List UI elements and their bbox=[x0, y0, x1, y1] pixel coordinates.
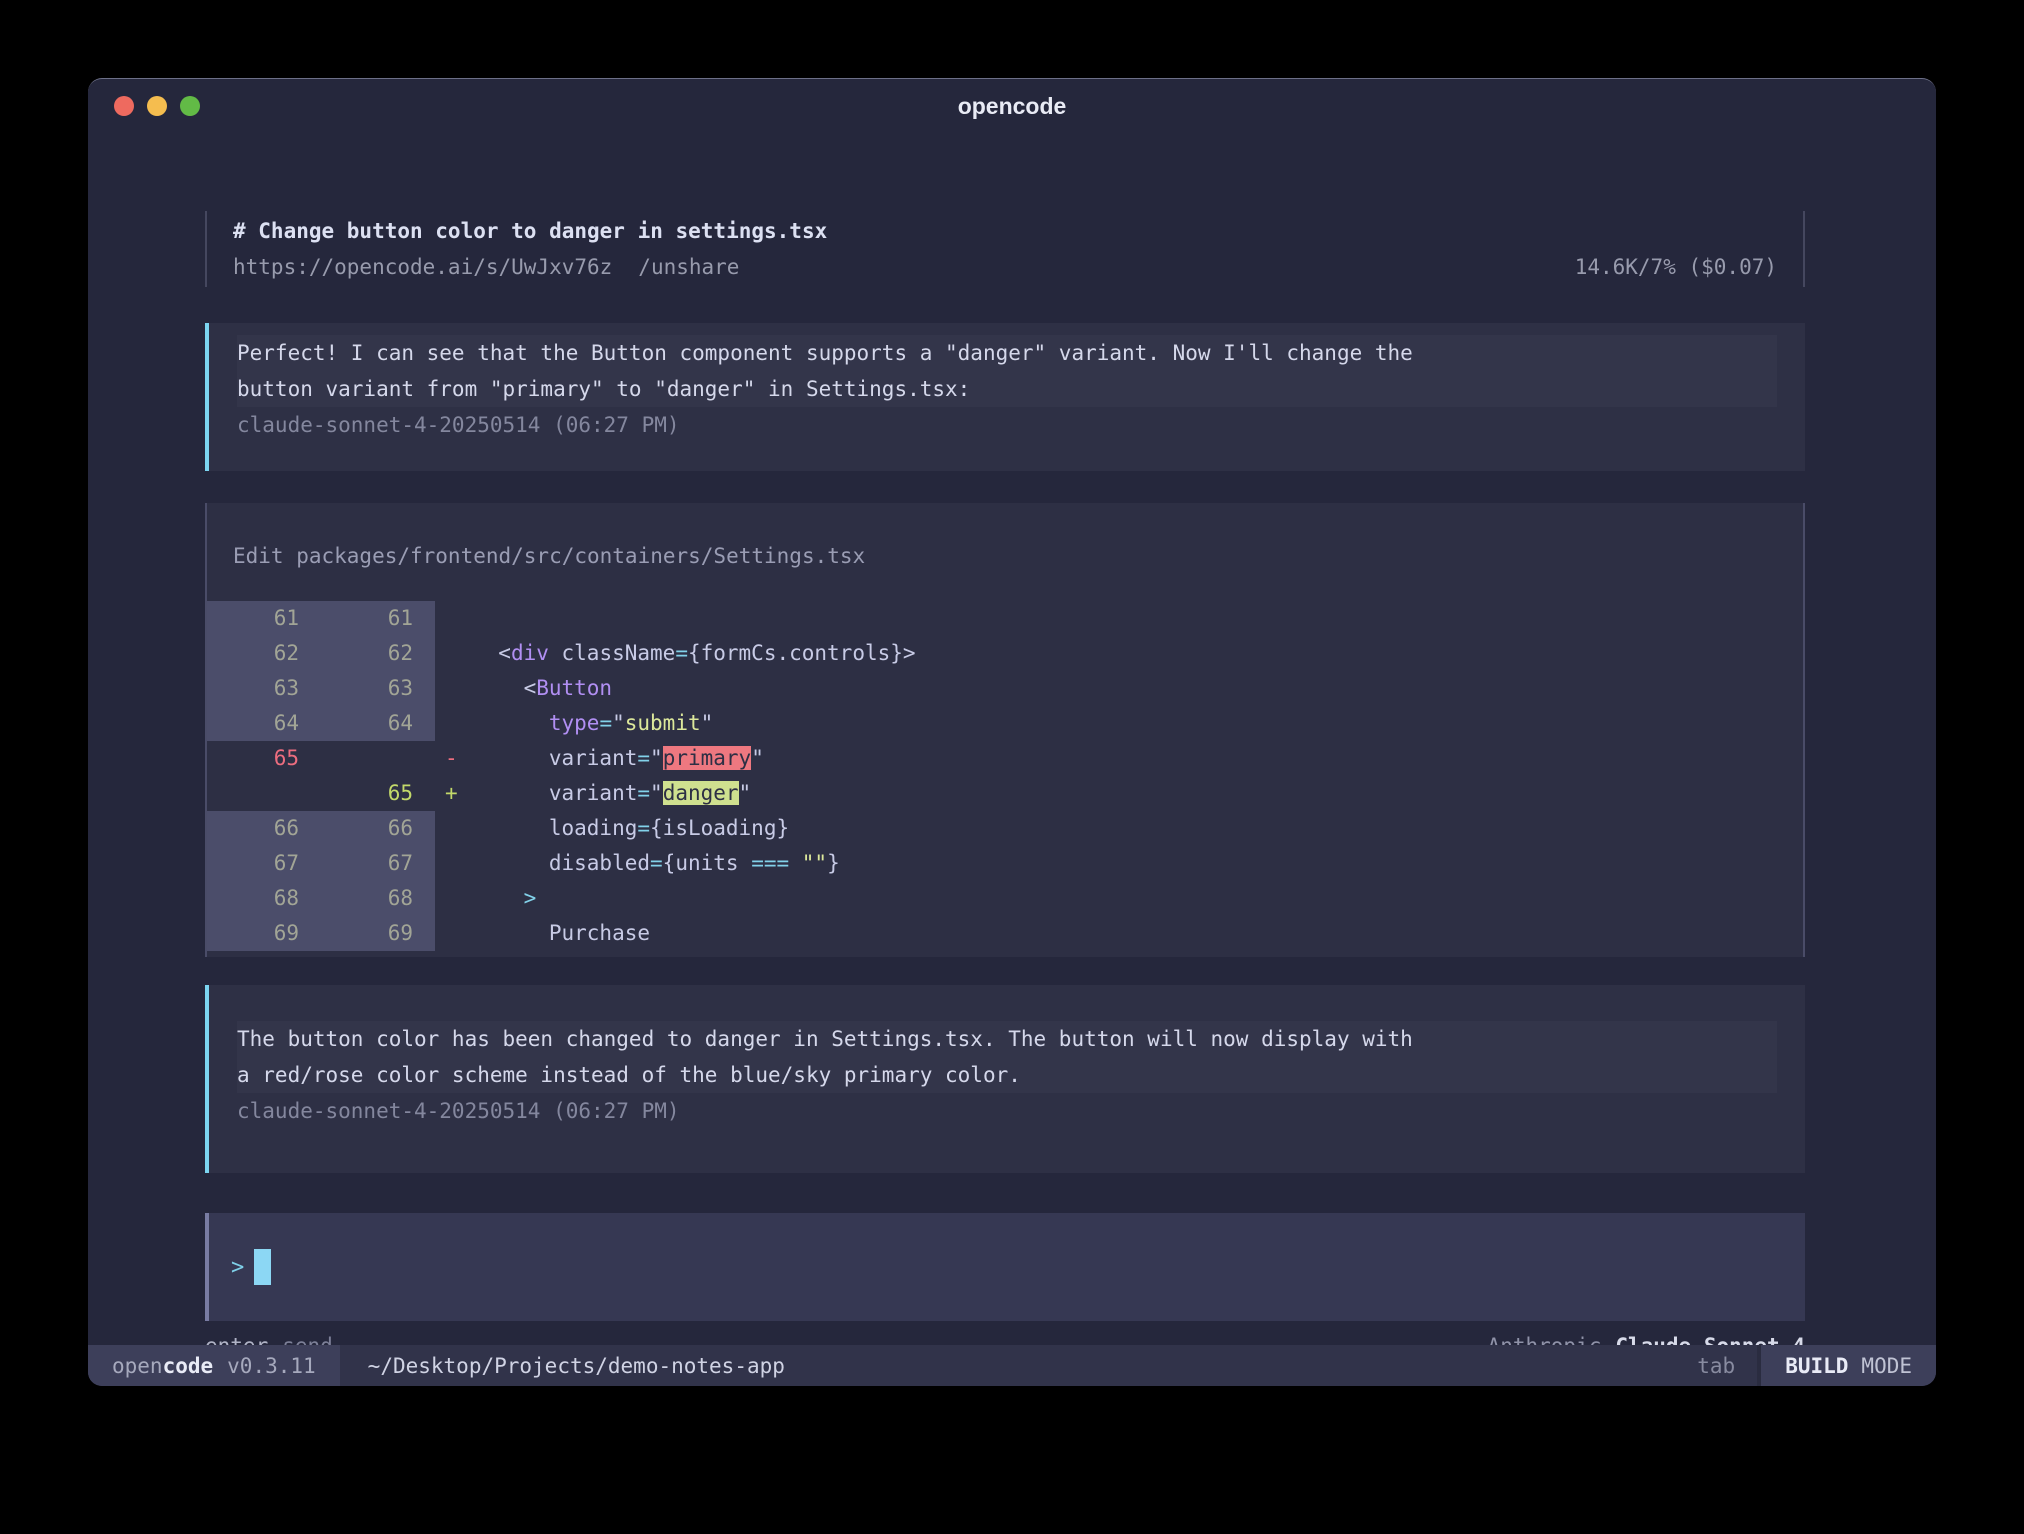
minimize-button[interactable] bbox=[147, 96, 167, 116]
diff-change-marker bbox=[435, 706, 473, 741]
diff-change-marker bbox=[435, 601, 473, 636]
message-line: button variant from "primary" to "danger… bbox=[237, 371, 1777, 407]
app-version-segment: opencode v0.3.11 bbox=[88, 1345, 340, 1386]
diff-row: 6767 disabled={units === ""} bbox=[207, 846, 1803, 881]
mode-name: BUILD bbox=[1785, 1354, 1848, 1378]
diff-row: 6969 Purchase bbox=[207, 916, 1803, 951]
diff-row: 65 - variant="primary" bbox=[207, 741, 1803, 776]
tab-key-hint[interactable]: tab bbox=[1697, 1354, 1735, 1378]
diff-line-number-new: 69 bbox=[321, 916, 435, 951]
share-row: https://opencode.ai/s/UwJxv76z/unshare bbox=[233, 249, 827, 285]
diff-line-number-old: 66 bbox=[207, 811, 321, 846]
diff-line-number-new: 63 bbox=[321, 671, 435, 706]
diff-change-marker bbox=[435, 916, 473, 951]
diff-code-line: variant="danger" bbox=[473, 776, 751, 811]
diff-line-number-old: 63 bbox=[207, 671, 321, 706]
assistant-message: The button color has been changed to dan… bbox=[205, 985, 1805, 1173]
diff-line-number-old: 64 bbox=[207, 706, 321, 741]
prompt-chevron: > bbox=[231, 1255, 244, 1280]
session-content: # Change button color to danger in setti… bbox=[205, 211, 1805, 1363]
diff-code-line: > bbox=[473, 881, 536, 916]
titlebar: opencode bbox=[88, 79, 1936, 133]
diff-row: 6464 type="submit" bbox=[207, 706, 1803, 741]
message-meta: claude-sonnet-4-20250514 (06:27 PM) bbox=[237, 407, 1777, 443]
message-meta: claude-sonnet-4-20250514 (06:27 PM) bbox=[237, 1093, 1777, 1129]
diff-code-line: loading={isLoading} bbox=[473, 811, 789, 846]
diff-change-marker bbox=[435, 811, 473, 846]
session-title: # Change button color to danger in setti… bbox=[233, 213, 827, 249]
diff-code-line: variant="primary" bbox=[473, 741, 764, 776]
diff-code-line: Purchase bbox=[473, 916, 650, 951]
diff-row: 6363 <Button bbox=[207, 671, 1803, 706]
diff-change-marker bbox=[435, 671, 473, 706]
diff-line-number-old: 65 bbox=[207, 741, 321, 776]
diff-row: 6262 <div className={formCs.controls}> bbox=[207, 636, 1803, 671]
diff-row: 65+ variant="danger" bbox=[207, 776, 1803, 811]
diff-code-line: <Button bbox=[473, 671, 612, 706]
diff-code-line: disabled={units === ""} bbox=[473, 846, 840, 881]
mode-suffix: MODE bbox=[1861, 1354, 1912, 1378]
app-window: opencode # Change button color to danger… bbox=[88, 78, 1936, 1386]
message-lines: Perfect! I can see that the Button compo… bbox=[237, 335, 1777, 407]
diff-change-marker bbox=[435, 636, 473, 671]
diff-line-number-old: 67 bbox=[207, 846, 321, 881]
edit-file-title: Edit packages/frontend/src/containers/Se… bbox=[207, 503, 1803, 601]
diff: 61616262 <div className={formCs.controls… bbox=[207, 601, 1803, 951]
diff-line-number-new: 66 bbox=[321, 811, 435, 846]
text-cursor bbox=[254, 1249, 271, 1285]
message-line: a red/rose color scheme instead of the b… bbox=[237, 1057, 1777, 1093]
diff-code-line: type="submit" bbox=[473, 706, 713, 741]
working-directory: ~/Desktop/Projects/demo-notes-app bbox=[368, 1354, 785, 1378]
app-version: v0.3.11 bbox=[227, 1354, 316, 1378]
diff-line-number-old: 61 bbox=[207, 601, 321, 636]
diff-change-marker bbox=[435, 881, 473, 916]
diff-row: 6868 > bbox=[207, 881, 1803, 916]
message-line: Perfect! I can see that the Button compo… bbox=[237, 335, 1777, 371]
diff-line-number-new: 64 bbox=[321, 706, 435, 741]
share-url-link[interactable]: https://opencode.ai/s/UwJxv76z bbox=[233, 255, 612, 279]
diff-line-number-new: 61 bbox=[321, 601, 435, 636]
status-bar: opencode v0.3.11 ~/Desktop/Projects/demo-… bbox=[88, 1345, 1936, 1386]
message-line: The button color has been changed to dan… bbox=[237, 1021, 1777, 1057]
diff-line-number-new: 65 bbox=[321, 776, 435, 811]
traffic-lights bbox=[114, 79, 200, 133]
mode-segment[interactable]: BUILD MODE bbox=[1757, 1345, 1936, 1386]
app-name-code: code bbox=[163, 1354, 214, 1378]
prompt-input[interactable]: > bbox=[205, 1213, 1805, 1321]
edit-tool-block: Edit packages/frontend/src/containers/Se… bbox=[205, 503, 1805, 957]
diff-line-number-old: 69 bbox=[207, 916, 321, 951]
diff-line-number-old: 62 bbox=[207, 636, 321, 671]
assistant-message: Perfect! I can see that the Button compo… bbox=[205, 323, 1805, 471]
diff-row: 6666 loading={isLoading} bbox=[207, 811, 1803, 846]
unshare-command[interactable]: /unshare bbox=[638, 255, 739, 279]
message-lines: The button color has been changed to dan… bbox=[237, 1021, 1777, 1093]
app-name-open: open bbox=[112, 1354, 163, 1378]
diff-change-marker bbox=[435, 846, 473, 881]
window-title: opencode bbox=[958, 93, 1067, 120]
diff-code-line: <div className={formCs.controls}> bbox=[473, 636, 916, 671]
token-cost-stats: 14.6K/7% ($0.07) bbox=[1575, 249, 1777, 285]
diff-line-number-new: 62 bbox=[321, 636, 435, 671]
zoom-button[interactable] bbox=[180, 96, 200, 116]
diff-line-number-old bbox=[207, 776, 321, 811]
diff-change-marker: - bbox=[435, 741, 473, 776]
diff-line-number-new: 68 bbox=[321, 881, 435, 916]
close-button[interactable] bbox=[114, 96, 134, 116]
session-header: # Change button color to danger in setti… bbox=[205, 211, 1805, 287]
diff-line-number-old: 68 bbox=[207, 881, 321, 916]
diff-line-number-new bbox=[321, 741, 435, 776]
diff-row: 6161 bbox=[207, 601, 1803, 636]
diff-line-number-new: 67 bbox=[321, 846, 435, 881]
diff-change-marker: + bbox=[435, 776, 473, 811]
